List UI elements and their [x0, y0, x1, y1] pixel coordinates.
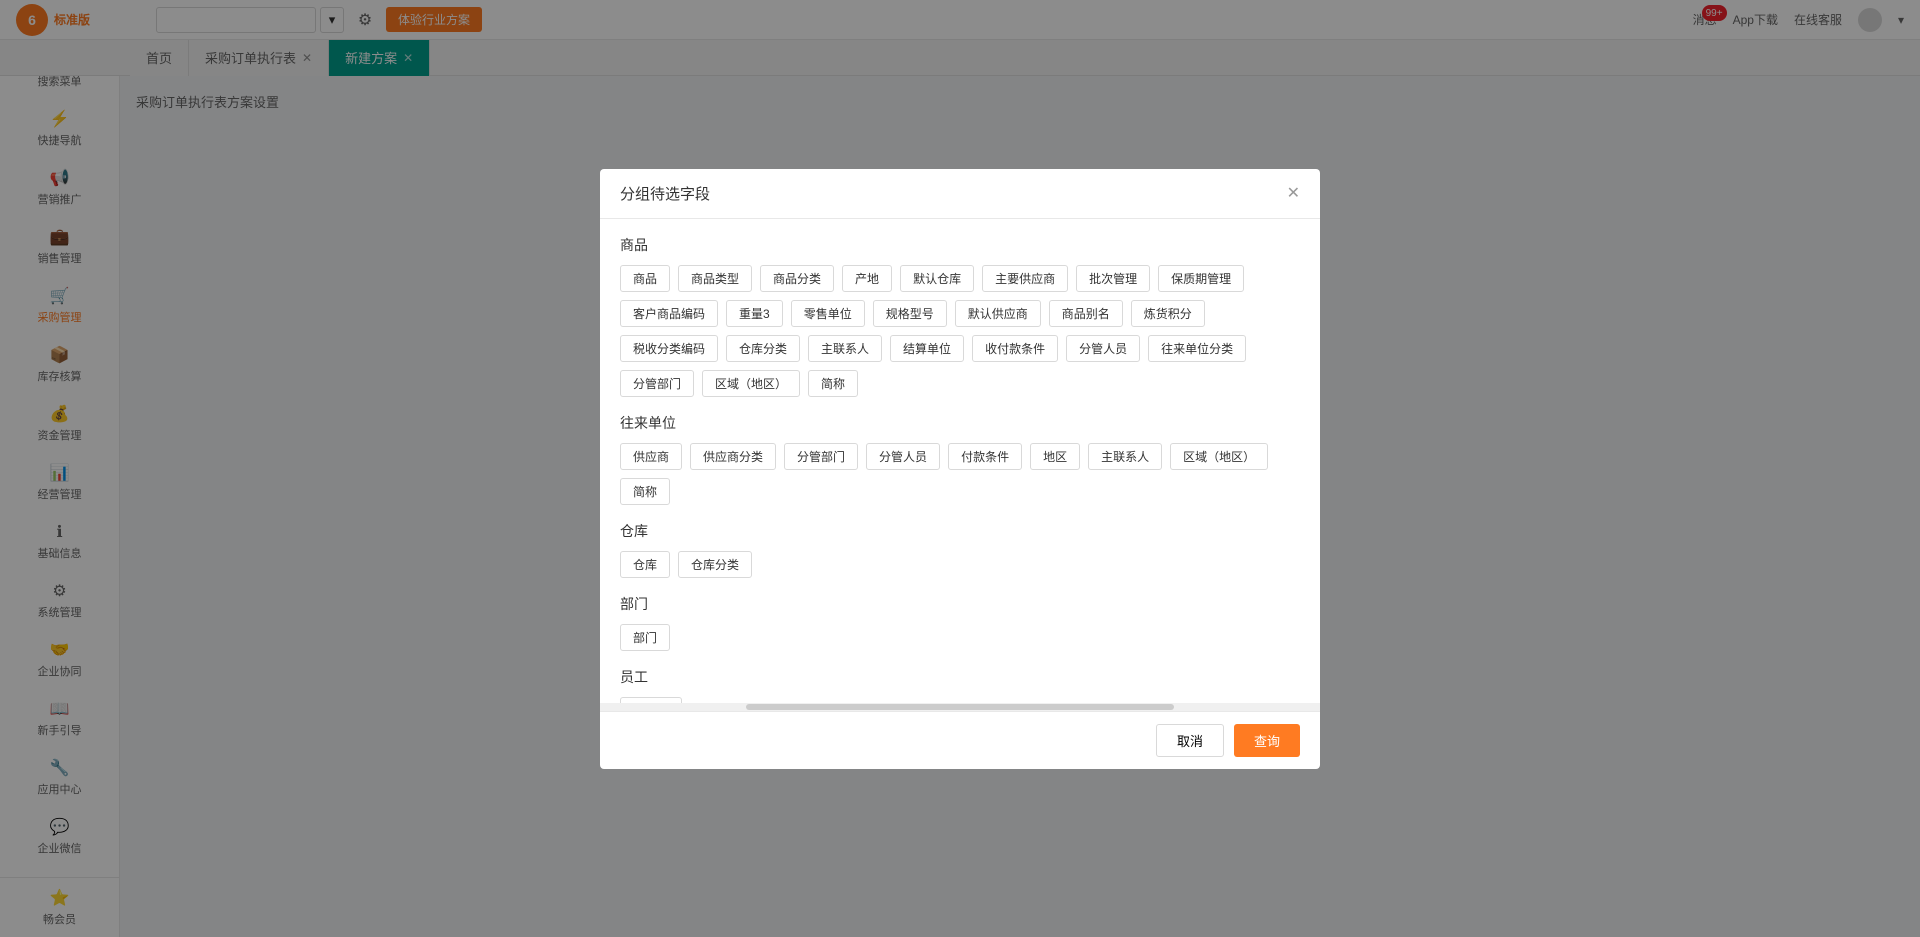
cancel-button[interactable]: 取消 — [1156, 724, 1224, 757]
field-tags-dept: 部门 — [620, 624, 1300, 651]
modal-body: 商品 商品 商品类型 商品分类 产地 默认仓库 主要供应商 批次管理 保质期管理… — [600, 219, 1320, 703]
field-tag-goods-25[interactable]: 简称 — [808, 370, 858, 397]
field-tags-warehouse: 仓库 仓库分类 — [620, 551, 1300, 578]
modal-close-button[interactable]: ✕ — [1287, 183, 1300, 203]
field-tag-goods-21[interactable]: 分管人员 — [1066, 335, 1140, 362]
field-tag-goods-12[interactable]: 规格型号 — [873, 300, 947, 327]
field-tag-goods-5[interactable]: 默认仓库 — [900, 265, 974, 292]
field-tag-partner-2[interactable]: 供应商分类 — [690, 443, 776, 470]
modal-overlay: 分组待选字段 ✕ 商品 商品 商品类型 商品分类 产地 默认仓库 主要供应商 批… — [0, 0, 1920, 937]
field-tag-partner-1[interactable]: 供应商 — [620, 443, 682, 470]
field-tag-goods-16[interactable]: 税收分类编码 — [620, 335, 718, 362]
field-tag-goods-7[interactable]: 批次管理 — [1076, 265, 1150, 292]
field-tag-goods-23[interactable]: 分管部门 — [620, 370, 694, 397]
field-tag-goods-10[interactable]: 重量3 — [726, 300, 783, 327]
field-tag-goods-24[interactable]: 区域（地区） — [702, 370, 800, 397]
field-tag-goods-9[interactable]: 客户商品编码 — [620, 300, 718, 327]
field-tag-goods-1[interactable]: 商品 — [620, 265, 670, 292]
field-tag-goods-2[interactable]: 商品类型 — [678, 265, 752, 292]
field-group-employee-title: 员工 — [620, 667, 1300, 687]
field-tag-partner-3[interactable]: 分管部门 — [784, 443, 858, 470]
field-tag-goods-20[interactable]: 收付款条件 — [972, 335, 1058, 362]
field-tag-partner-5[interactable]: 付款条件 — [948, 443, 1022, 470]
field-tag-goods-8[interactable]: 保质期管理 — [1158, 265, 1244, 292]
field-group-goods: 商品 商品 商品类型 商品分类 产地 默认仓库 主要供应商 批次管理 保质期管理… — [620, 235, 1300, 397]
field-group-warehouse-title: 仓库 — [620, 521, 1300, 541]
field-tag-partner-6[interactable]: 地区 — [1030, 443, 1080, 470]
field-group-partner-title: 往来单位 — [620, 413, 1300, 433]
scrollbar-thumb — [746, 704, 1173, 710]
field-tag-goods-11[interactable]: 零售单位 — [791, 300, 865, 327]
field-tag-warehouse-2[interactable]: 仓库分类 — [678, 551, 752, 578]
field-tags-goods: 商品 商品类型 商品分类 产地 默认仓库 主要供应商 批次管理 保质期管理 客户… — [620, 265, 1300, 397]
field-tags-partner: 供应商 供应商分类 分管部门 分管人员 付款条件 地区 主联系人 区域（地区） … — [620, 443, 1300, 505]
field-tag-goods-22[interactable]: 往来单位分类 — [1148, 335, 1246, 362]
modal-header: 分组待选字段 ✕ — [600, 169, 1320, 219]
confirm-button[interactable]: 查询 — [1234, 724, 1300, 757]
field-tag-goods-13[interactable]: 默认供应商 — [955, 300, 1041, 327]
field-tag-partner-7[interactable]: 主联系人 — [1088, 443, 1162, 470]
field-group-dept-title: 部门 — [620, 594, 1300, 614]
field-tag-warehouse-1[interactable]: 仓库 — [620, 551, 670, 578]
field-tag-partner-9[interactable]: 简称 — [620, 478, 670, 505]
field-tag-goods-18[interactable]: 主联系人 — [808, 335, 882, 362]
field-tag-goods-17[interactable]: 仓库分类 — [726, 335, 800, 362]
field-tag-goods-3[interactable]: 商品分类 — [760, 265, 834, 292]
field-tag-dept-1[interactable]: 部门 — [620, 624, 670, 651]
field-tag-goods-19[interactable]: 结算单位 — [890, 335, 964, 362]
field-tag-goods-14[interactable]: 商品别名 — [1049, 300, 1123, 327]
field-tag-partner-8[interactable]: 区域（地区） — [1170, 443, 1268, 470]
field-group-warehouse: 仓库 仓库 仓库分类 — [620, 521, 1300, 578]
field-group-partner: 往来单位 供应商 供应商分类 分管部门 分管人员 付款条件 地区 主联系人 区域… — [620, 413, 1300, 505]
modal-footer: 取消 查询 — [600, 711, 1320, 769]
horizontal-scrollbar[interactable] — [600, 703, 1320, 711]
field-group-dept: 部门 部门 — [620, 594, 1300, 651]
modal: 分组待选字段 ✕ 商品 商品 商品类型 商品分类 产地 默认仓库 主要供应商 批… — [600, 169, 1320, 769]
field-tag-goods-6[interactable]: 主要供应商 — [982, 265, 1068, 292]
field-tag-goods-4[interactable]: 产地 — [842, 265, 892, 292]
field-tag-goods-15[interactable]: 炼货积分 — [1131, 300, 1205, 327]
field-tag-partner-4[interactable]: 分管人员 — [866, 443, 940, 470]
field-group-employee: 员工 业务员 — [620, 667, 1300, 703]
modal-title: 分组待选字段 — [620, 183, 710, 204]
field-group-goods-title: 商品 — [620, 235, 1300, 255]
